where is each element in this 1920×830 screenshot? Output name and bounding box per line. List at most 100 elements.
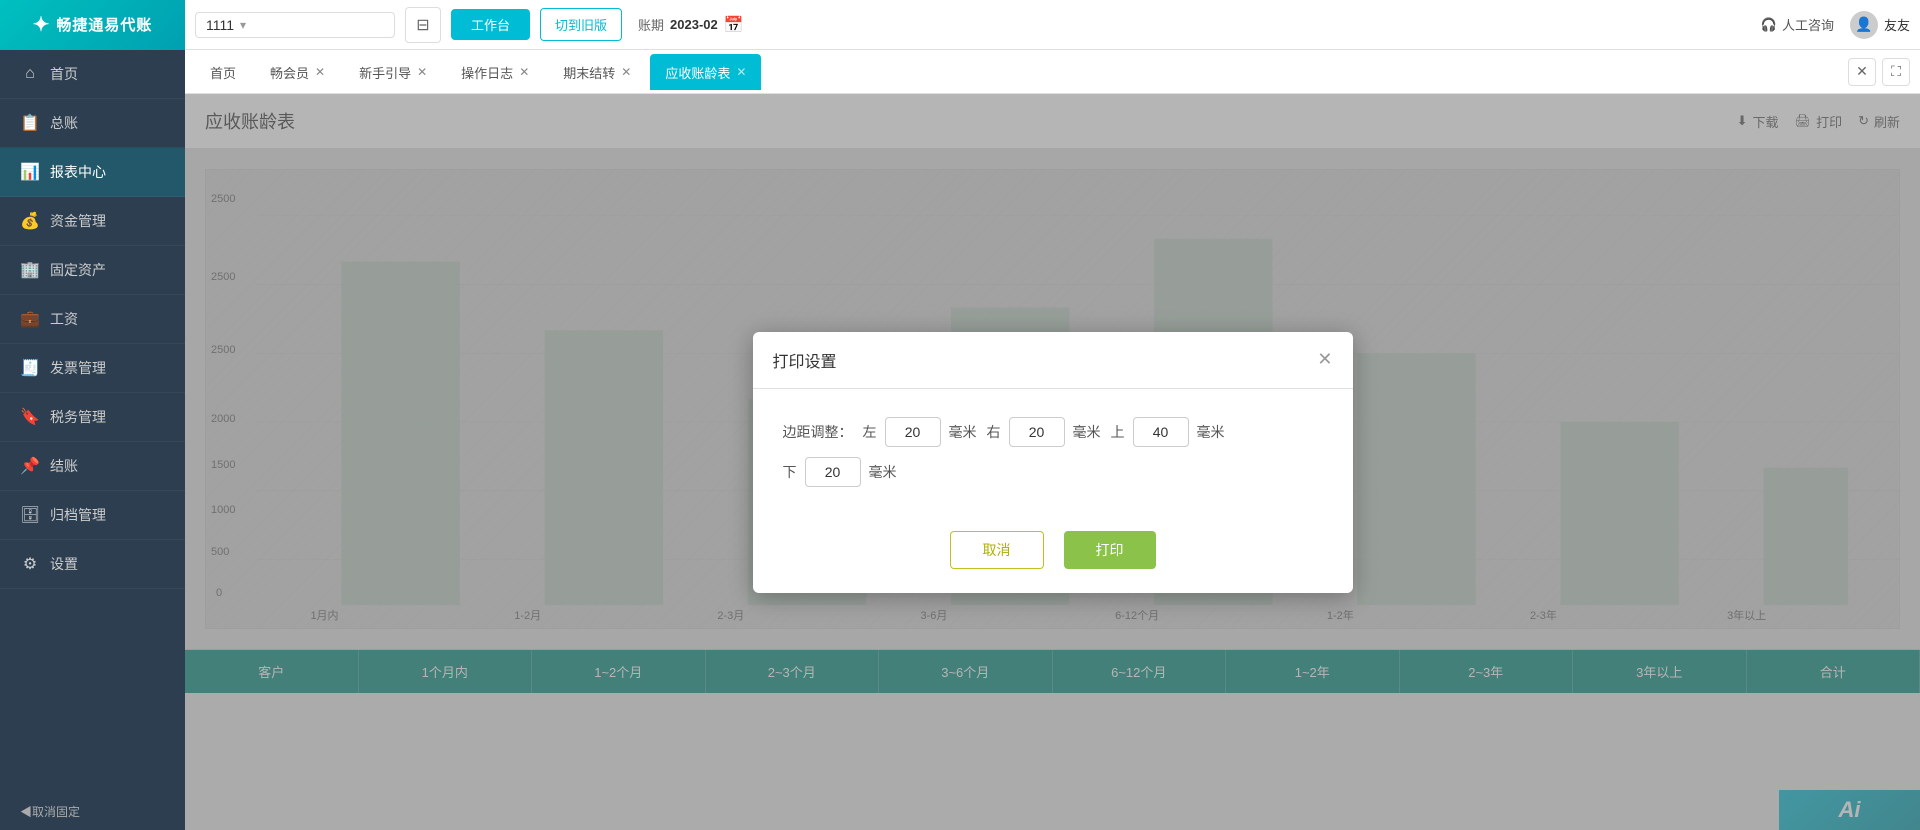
- margin-bottom-prefix: 下: [783, 462, 797, 482]
- modal-overlay: 打印设置 ✕ 边距调整： 左 毫米 右: [185, 94, 1920, 830]
- headset-icon: 🎧: [1761, 17, 1777, 33]
- sidebar-item-label: 结账: [50, 456, 78, 476]
- margin-top-input[interactable]: [1133, 417, 1189, 447]
- assets-icon: 🏢: [20, 260, 40, 280]
- sidebar-item-archive[interactable]: 🗄 归档管理: [0, 491, 185, 540]
- sidebar-item-tax[interactable]: 🔖 税务管理: [0, 393, 185, 442]
- margin-bottom-unit: 毫米: [869, 462, 897, 482]
- tab-maximize-button[interactable]: ⛶: [1882, 58, 1910, 86]
- margin-right-input[interactable]: [1009, 417, 1065, 447]
- tab-label: 首页: [210, 63, 236, 82]
- modal-header: 打印设置 ✕: [753, 332, 1353, 389]
- tab-oplog[interactable]: 操作日志 ✕: [446, 54, 544, 90]
- archive-nav-icon: 🗄: [20, 505, 40, 525]
- sidebar-item-settings[interactable]: ⚙ 设置: [0, 540, 185, 589]
- cancel-button[interactable]: 取消: [950, 531, 1044, 569]
- user-info[interactable]: 👤 友友: [1850, 11, 1910, 39]
- company-name: 1111: [206, 17, 234, 33]
- report-icon: 📊: [20, 162, 40, 182]
- tab-home[interactable]: 首页: [195, 54, 251, 90]
- user-area: 🎧 人工咨询 👤 友友: [1761, 11, 1910, 39]
- sidebar-item-label: 总账: [50, 113, 78, 133]
- tab-bar: 首页 畅会员 ✕ 新手引导 ✕ 操作日志 ✕ 期末结转 ✕ 应收账龄表 ✕: [185, 50, 1920, 94]
- top-header: ✦ 畅捷通易代账 1111 ▾ ⊟ 工作台 切到旧版 账期 2023-02 📅 …: [0, 0, 1920, 50]
- archive-icon: ⊟: [416, 15, 429, 35]
- logo-area: ✦ 畅捷通易代账: [0, 0, 185, 50]
- invoice-icon: 🧾: [20, 358, 40, 378]
- margin-left-input[interactable]: [885, 417, 941, 447]
- tab-ar-aging[interactable]: 应收账龄表 ✕: [650, 54, 761, 90]
- logo-text: 畅捷通易代账: [56, 14, 152, 35]
- tab-close-member[interactable]: ✕: [315, 65, 325, 79]
- margin-bottom-group: 下 毫米: [783, 457, 897, 487]
- archive-button[interactable]: ⊟: [405, 7, 441, 43]
- sidebar-item-checkout[interactable]: 📌 结账: [0, 442, 185, 491]
- margin-top-prefix: 上: [1111, 422, 1125, 442]
- tab-label: 畅会员: [270, 63, 309, 82]
- tab-close-ar-aging[interactable]: ✕: [736, 65, 746, 79]
- sidebar-item-assets[interactable]: 🏢 固定资产: [0, 246, 185, 295]
- margin-label: 边距调整：: [783, 422, 853, 442]
- tab-close-oplog[interactable]: ✕: [519, 65, 529, 79]
- sidebar: ⌂ 首页 📋 总账 📊 报表中心 💰 资金管理 🏢 固定资产 💼 工资 🧾 发票…: [0, 50, 185, 830]
- sidebar-item-label: 资金管理: [50, 211, 106, 231]
- company-selector[interactable]: 1111 ▾: [195, 12, 395, 38]
- sidebar-item-label: 首页: [50, 64, 78, 84]
- consultation-label: 人工咨询: [1782, 15, 1834, 34]
- modal-close-button[interactable]: ✕: [1317, 349, 1332, 370]
- tab-label: 新手引导: [359, 63, 411, 82]
- tab-member[interactable]: 畅会员 ✕: [255, 54, 340, 90]
- collapse-label: ◀取消固定: [20, 803, 80, 820]
- tab-label: 应收账龄表: [665, 63, 730, 82]
- sidebar-item-home[interactable]: ⌂ 首页: [0, 50, 185, 99]
- sidebar-item-label: 报表中心: [50, 162, 106, 182]
- fund-icon: 💰: [20, 211, 40, 231]
- margin-top-unit: 毫米: [1197, 422, 1225, 442]
- sidebar-item-label: 工资: [50, 309, 78, 329]
- sidebar-item-ledger[interactable]: 📋 总账: [0, 99, 185, 148]
- margin-left-prefix: 左: [863, 422, 877, 442]
- maximize-icon: ⛶: [1891, 63, 1901, 80]
- consultation-button[interactable]: 🎧 人工咨询: [1761, 15, 1834, 34]
- tab-close-all-button[interactable]: ✕: [1848, 58, 1876, 86]
- margin-top-group: 上 毫米: [1111, 417, 1225, 447]
- sidebar-item-invoice[interactable]: 🧾 发票管理: [0, 344, 185, 393]
- margin-left-group: 左 毫米: [863, 417, 977, 447]
- margin-right-group: 右 毫米: [987, 417, 1101, 447]
- ledger-icon: 📋: [20, 113, 40, 133]
- period-area: 账期 2023-02 📅: [638, 15, 744, 35]
- sidebar-collapse-button[interactable]: ◀取消固定: [0, 793, 185, 830]
- tab-close-period-end[interactable]: ✕: [621, 65, 631, 79]
- sidebar-item-fund[interactable]: 💰 资金管理: [0, 197, 185, 246]
- sidebar-item-salary[interactable]: 💼 工资: [0, 295, 185, 344]
- margin-left-unit: 毫米: [949, 422, 977, 442]
- calendar-icon[interactable]: 📅: [724, 15, 744, 35]
- period-value: 2023-02: [670, 17, 718, 32]
- dropdown-icon: ▾: [240, 18, 246, 32]
- tab-label: 操作日志: [461, 63, 513, 82]
- tab-close-guide[interactable]: ✕: [417, 65, 427, 79]
- salary-icon: 💼: [20, 309, 40, 329]
- content-area: 首页 畅会员 ✕ 新手引导 ✕ 操作日志 ✕ 期末结转 ✕ 应收账龄表 ✕: [185, 50, 1920, 830]
- tab-period-end[interactable]: 期末结转 ✕: [548, 54, 646, 90]
- print-confirm-button[interactable]: 打印: [1064, 531, 1156, 569]
- workbench-button[interactable]: 工作台: [451, 9, 530, 40]
- sidebar-item-report[interactable]: 📊 报表中心: [0, 148, 185, 197]
- margin-bottom-input[interactable]: [805, 457, 861, 487]
- tab-actions-area: ✕ ⛶: [1848, 58, 1910, 86]
- margin-right-prefix: 右: [987, 422, 1001, 442]
- sidebar-item-label: 设置: [50, 554, 78, 574]
- sidebar-item-label: 税务管理: [50, 407, 106, 427]
- modal-body: 边距调整： 左 毫米 右 毫米: [753, 389, 1353, 515]
- switch-version-button[interactable]: 切到旧版: [540, 8, 622, 41]
- print-settings-modal: 打印设置 ✕ 边距调整： 左 毫米 右: [753, 332, 1353, 593]
- user-name: 友友: [1884, 15, 1910, 34]
- tab-label: 期末结转: [563, 63, 615, 82]
- sidebar-item-label: 发票管理: [50, 358, 106, 378]
- logo-icon: ✦: [33, 12, 51, 37]
- modal-footer: 取消 打印: [753, 515, 1353, 593]
- sidebar-item-label: 归档管理: [50, 505, 106, 525]
- page-content: 应收账龄表 ⬇ 下载 🖨 打印 ↻ 刷新: [185, 94, 1920, 830]
- modal-title: 打印设置: [773, 348, 837, 372]
- tab-guide[interactable]: 新手引导 ✕: [344, 54, 442, 90]
